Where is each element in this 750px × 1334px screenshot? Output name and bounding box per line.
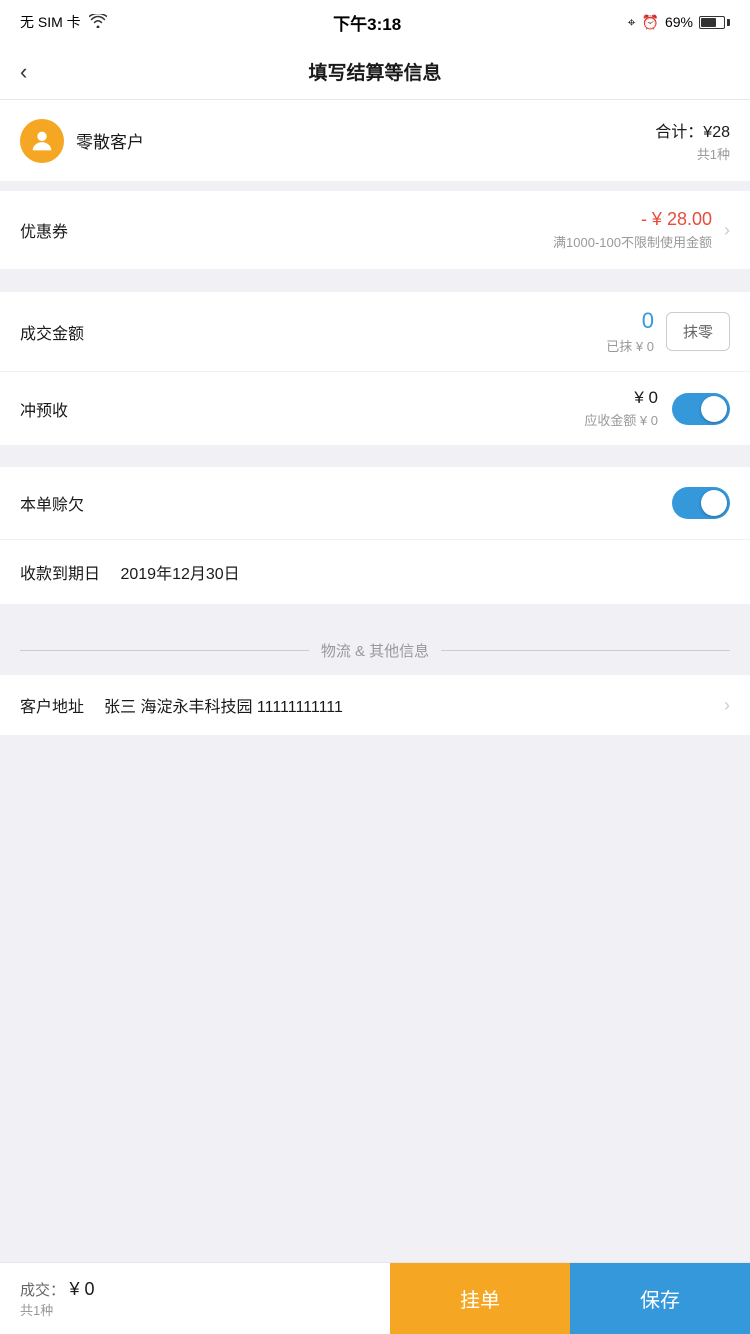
coupon-label: 优惠券 [20, 218, 68, 242]
main-content: 零散客户 合计：¥28 共1种 优惠券 - ¥ 28.00 满1000-100不… [0, 100, 750, 1025]
gray-spacer-2 [0, 455, 750, 467]
coupon-right: - ¥ 28.00 满1000-100不限制使用金额 › [553, 209, 730, 251]
customer-right: 合计：¥28 共1种 [655, 118, 730, 163]
alarm-icon: ⏰ [642, 14, 659, 31]
status-right: ⌖ ⏰ 69% [628, 14, 730, 31]
prepaid-label: 冲预收 [20, 397, 68, 421]
deal-amount-value: 0 [606, 308, 654, 334]
carrier-label: 无 SIM 卡 [20, 12, 81, 32]
address-row[interactable]: 客户地址 张三 海淀永丰科技园 11111111111 › [0, 675, 750, 735]
divider-line-left [20, 650, 309, 651]
prepaid-amount: ¥ 0 [584, 388, 658, 408]
prepaid-sub: 应收金额 ¥ 0 [584, 410, 658, 429]
wifi-icon [89, 14, 107, 31]
empty-gray-area [0, 745, 750, 945]
due-date-label: 收款到期日 [20, 566, 100, 583]
bottom-info: 成交： ¥ 0 共1种 [0, 1263, 390, 1334]
address-card: 客户地址 张三 海淀永丰科技园 11111111111 › [0, 675, 750, 735]
customer-card: 零散客户 合计：¥28 共1种 [0, 100, 750, 181]
customer-total: 合计：¥28 [655, 118, 730, 142]
coupon-values: - ¥ 28.00 满1000-100不限制使用金额 [553, 209, 712, 251]
time-display: 下午3:18 [333, 10, 401, 35]
debt-card: 本单赊欠 收款到期日 2019年12月30日 [0, 467, 750, 604]
bottom-deal-label: 成交： [20, 1282, 65, 1299]
deal-values: 0 已抹 ¥ 0 [606, 308, 654, 355]
bottom-deal-line: 成交： ¥ 0 [20, 1279, 370, 1300]
battery-percent: 69% [665, 14, 693, 30]
status-bar: 无 SIM 卡 下午3:18 ⌖ ⏰ 69% [0, 0, 750, 44]
bottom-count: 共1种 [20, 1300, 370, 1319]
customer-row[interactable]: 零散客户 合计：¥28 共1种 [0, 100, 750, 181]
address-value: 张三 海淀永丰科技园 11111111111 [104, 693, 704, 717]
deal-amount-row: 成交金额 0 已抹 ¥ 0 抹零 [0, 291, 750, 371]
gray-spacer-3 [0, 614, 750, 626]
deal-sub: 已抹 ¥ 0 [606, 336, 654, 355]
battery-indicator [699, 16, 730, 29]
customer-avatar [20, 119, 64, 163]
debt-label: 本单赊欠 [20, 491, 84, 515]
divider-text: 物流 & 其他信息 [321, 640, 429, 661]
debt-toggle-knob [701, 490, 727, 516]
gray-spacer-1 [0, 279, 750, 291]
prepaid-row: 冲预收 ¥ 0 应收金额 ¥ 0 [0, 371, 750, 445]
save-button[interactable]: 保存 [570, 1263, 750, 1334]
deal-amount-label: 成交金额 [20, 320, 84, 344]
coupon-note: 满1000-100不限制使用金额 [553, 232, 712, 251]
section-divider: 物流 & 其他信息 [0, 626, 750, 675]
customer-count: 共1种 [655, 144, 730, 163]
address-chevron-icon: › [724, 695, 730, 716]
toggle-knob [701, 396, 727, 422]
round-zero-button[interactable]: 抹零 [666, 312, 730, 351]
back-button[interactable]: ‹ [20, 59, 27, 85]
bottom-deal-amount: ¥ 0 [69, 1279, 94, 1299]
customer-left: 零散客户 [20, 119, 144, 163]
divider-line-right [441, 650, 730, 651]
prepaid-values: ¥ 0 应收金额 ¥ 0 [584, 388, 658, 429]
nav-bar: ‹ 填写结算等信息 [0, 44, 750, 100]
address-label: 客户地址 [20, 693, 84, 717]
location-icon: ⌖ [628, 14, 636, 31]
prepaid-right: ¥ 0 应收金额 ¥ 0 [584, 388, 730, 429]
debt-toggle[interactable] [672, 487, 730, 519]
prepaid-toggle[interactable] [672, 393, 730, 425]
coupon-card: 优惠券 - ¥ 28.00 满1000-100不限制使用金额 › [0, 191, 750, 269]
deal-prepaid-card: 成交金额 0 已抹 ¥ 0 抹零 冲预收 ¥ 0 应收金额 ¥ 0 [0, 291, 750, 445]
debt-row: 本单赊欠 [0, 467, 750, 539]
due-date-value: 2019年12月30日 [120, 566, 239, 583]
customer-name: 零散客户 [76, 128, 144, 153]
hold-button[interactable]: 挂单 [390, 1263, 570, 1334]
coupon-chevron-icon: › [724, 220, 730, 241]
status-left: 无 SIM 卡 [20, 12, 107, 32]
coupon-discount: - ¥ 28.00 [553, 209, 712, 230]
bottom-bar: 成交： ¥ 0 共1种 挂单 保存 [0, 1262, 750, 1334]
nav-title: 填写结算等信息 [308, 58, 441, 85]
deal-right: 0 已抹 ¥ 0 抹零 [606, 308, 730, 355]
coupon-row[interactable]: 优惠券 - ¥ 28.00 满1000-100不限制使用金额 › [0, 191, 750, 269]
due-date-row: 收款到期日 2019年12月30日 [0, 539, 750, 604]
